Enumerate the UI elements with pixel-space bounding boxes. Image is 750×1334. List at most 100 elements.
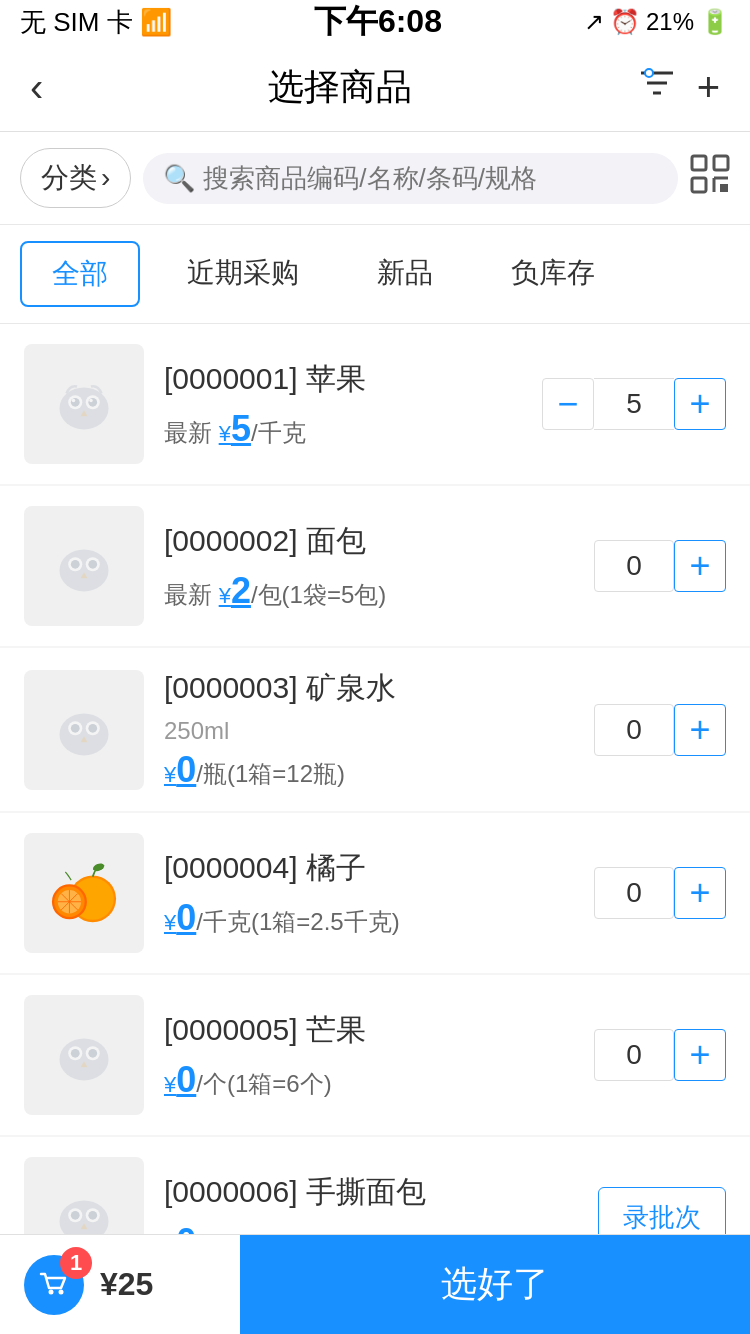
increase-button[interactable]: + [674, 704, 726, 756]
page-title: 选择商品 [268, 63, 412, 112]
product-name: [0000005] 芒果 [164, 1010, 574, 1051]
confirm-button[interactable]: 选好了 [240, 1235, 750, 1334]
product-price: ¥0/千克(1箱=2.5千克) [164, 897, 574, 939]
product-list: [0000001] 苹果 最新 ¥5/千克 − + [0000002] 面包 最… [0, 324, 750, 1334]
increase-button[interactable]: + [674, 1029, 726, 1081]
svg-point-32 [92, 862, 105, 873]
list-item: [0000003] 矿泉水 250ml ¥0/瓶(1箱=12瓶) + [0, 648, 750, 811]
product-info: [0000004] 橘子 ¥0/千克(1箱=2.5千克) [164, 848, 574, 939]
list-item: [0000001] 苹果 最新 ¥5/千克 − + [0, 324, 750, 484]
svg-point-10 [60, 387, 109, 429]
quantity-input[interactable] [594, 540, 674, 592]
product-price: ¥0/个(1箱=6个) [164, 1059, 574, 1101]
bottom-bar: 1 ¥25 选好了 [0, 1234, 750, 1334]
product-image [24, 833, 144, 953]
svg-point-15 [72, 399, 76, 403]
product-info: [0000001] 苹果 最新 ¥5/千克 [164, 359, 522, 450]
search-icon: 🔍 [163, 163, 195, 194]
product-info: [0000002] 面包 最新 ¥2/包(1袋=5包) [164, 521, 574, 612]
svg-rect-6 [692, 178, 706, 192]
svg-point-22 [88, 560, 97, 569]
search-bar: 🔍 [143, 153, 678, 204]
svg-point-58 [49, 1289, 54, 1294]
quantity-input[interactable] [594, 378, 674, 430]
product-price: ¥0/瓶(1箱=12瓶) [164, 749, 574, 791]
tab-recent[interactable]: 近期采购 [156, 241, 330, 307]
quantity-input[interactable] [594, 867, 674, 919]
increase-button[interactable]: + [674, 867, 726, 919]
product-name: [0000004] 橘子 [164, 848, 574, 889]
svg-point-43 [71, 1049, 80, 1058]
svg-point-13 [71, 398, 80, 407]
quantity-control: + [594, 867, 726, 919]
product-name: [0000002] 面包 [164, 521, 574, 562]
cart-badge: 1 [60, 1247, 92, 1279]
quantity-control: + [594, 540, 726, 592]
product-info: [0000003] 矿泉水 250ml ¥0/瓶(1箱=12瓶) [164, 668, 574, 791]
product-spec: 250ml [164, 717, 574, 745]
quantity-control: − + [542, 378, 726, 430]
svg-point-28 [88, 723, 97, 732]
svg-rect-9 [720, 184, 728, 192]
decrease-button[interactable]: − [542, 378, 594, 430]
tab-all[interactable]: 全部 [20, 241, 140, 307]
list-item: [0000004] 橘子 ¥0/千克(1箱=2.5千克) + [0, 813, 750, 973]
alarm-icon: ⏰ [610, 8, 640, 36]
svg-point-27 [71, 723, 80, 732]
search-input[interactable] [203, 163, 658, 194]
location-icon: ↗ [584, 8, 604, 36]
svg-point-16 [89, 399, 93, 403]
filter-bar: 分类 › 🔍 [0, 132, 750, 225]
product-image [24, 995, 144, 1115]
quantity-input[interactable] [594, 1029, 674, 1081]
back-button[interactable]: ‹ [30, 65, 43, 110]
svg-point-3 [645, 69, 653, 77]
product-price: 最新 ¥5/千克 [164, 408, 522, 450]
chevron-right-icon: › [101, 162, 110, 194]
svg-point-49 [71, 1211, 80, 1220]
nav-bar: ‹ 选择商品 + [0, 44, 750, 132]
quantity-control: + [594, 704, 726, 756]
nav-actions: + [637, 63, 720, 112]
product-info: [0000005] 芒果 ¥0/个(1箱=6个) [164, 1010, 574, 1101]
product-image [24, 506, 144, 626]
tab-negative[interactable]: 负库存 [480, 241, 626, 307]
cart-total: ¥25 [100, 1266, 153, 1303]
product-price: 最新 ¥2/包(1袋=5包) [164, 570, 574, 612]
status-bar: 无 SIM 卡 📶 下午6:08 ↗ ⏰ 21% 🔋 [0, 0, 750, 44]
svg-point-21 [71, 560, 80, 569]
product-name: [0000001] 苹果 [164, 359, 522, 400]
quantity-input[interactable] [594, 704, 674, 756]
svg-point-50 [88, 1211, 97, 1220]
cart-icon-wrap[interactable]: 1 [24, 1255, 84, 1315]
svg-point-14 [88, 398, 97, 407]
filter-icon[interactable] [637, 63, 677, 112]
tab-new[interactable]: 新品 [346, 241, 464, 307]
product-image [24, 344, 144, 464]
status-battery: ↗ ⏰ 21% 🔋 [584, 8, 730, 36]
svg-point-24 [60, 713, 109, 755]
svg-rect-5 [714, 156, 728, 170]
status-time: 下午6:08 [314, 0, 442, 44]
battery-icon: 🔋 [700, 8, 730, 36]
increase-button[interactable]: + [674, 540, 726, 592]
tab-bar: 全部 近期采购 新品 负库存 [0, 225, 750, 324]
svg-rect-4 [692, 156, 706, 170]
svg-point-59 [59, 1289, 64, 1294]
quantity-control: + [594, 1029, 726, 1081]
cart-section: 1 ¥25 [0, 1255, 240, 1315]
list-item: [0000002] 面包 最新 ¥2/包(1袋=5包) + [0, 486, 750, 646]
product-image [24, 670, 144, 790]
product-name: [0000006] 手撕面包 [164, 1172, 578, 1213]
svg-point-40 [60, 1038, 109, 1080]
category-button[interactable]: 分类 › [20, 148, 131, 208]
status-carrier: 无 SIM 卡 📶 [20, 5, 172, 40]
product-name: [0000003] 矿泉水 [164, 668, 574, 709]
increase-button[interactable]: + [674, 378, 726, 430]
svg-point-44 [88, 1049, 97, 1058]
svg-point-18 [60, 549, 109, 591]
battery-percent: 21% [646, 8, 694, 36]
add-button[interactable]: + [697, 65, 720, 110]
list-item: [0000005] 芒果 ¥0/个(1箱=6个) + [0, 975, 750, 1135]
scan-icon[interactable] [690, 154, 730, 202]
